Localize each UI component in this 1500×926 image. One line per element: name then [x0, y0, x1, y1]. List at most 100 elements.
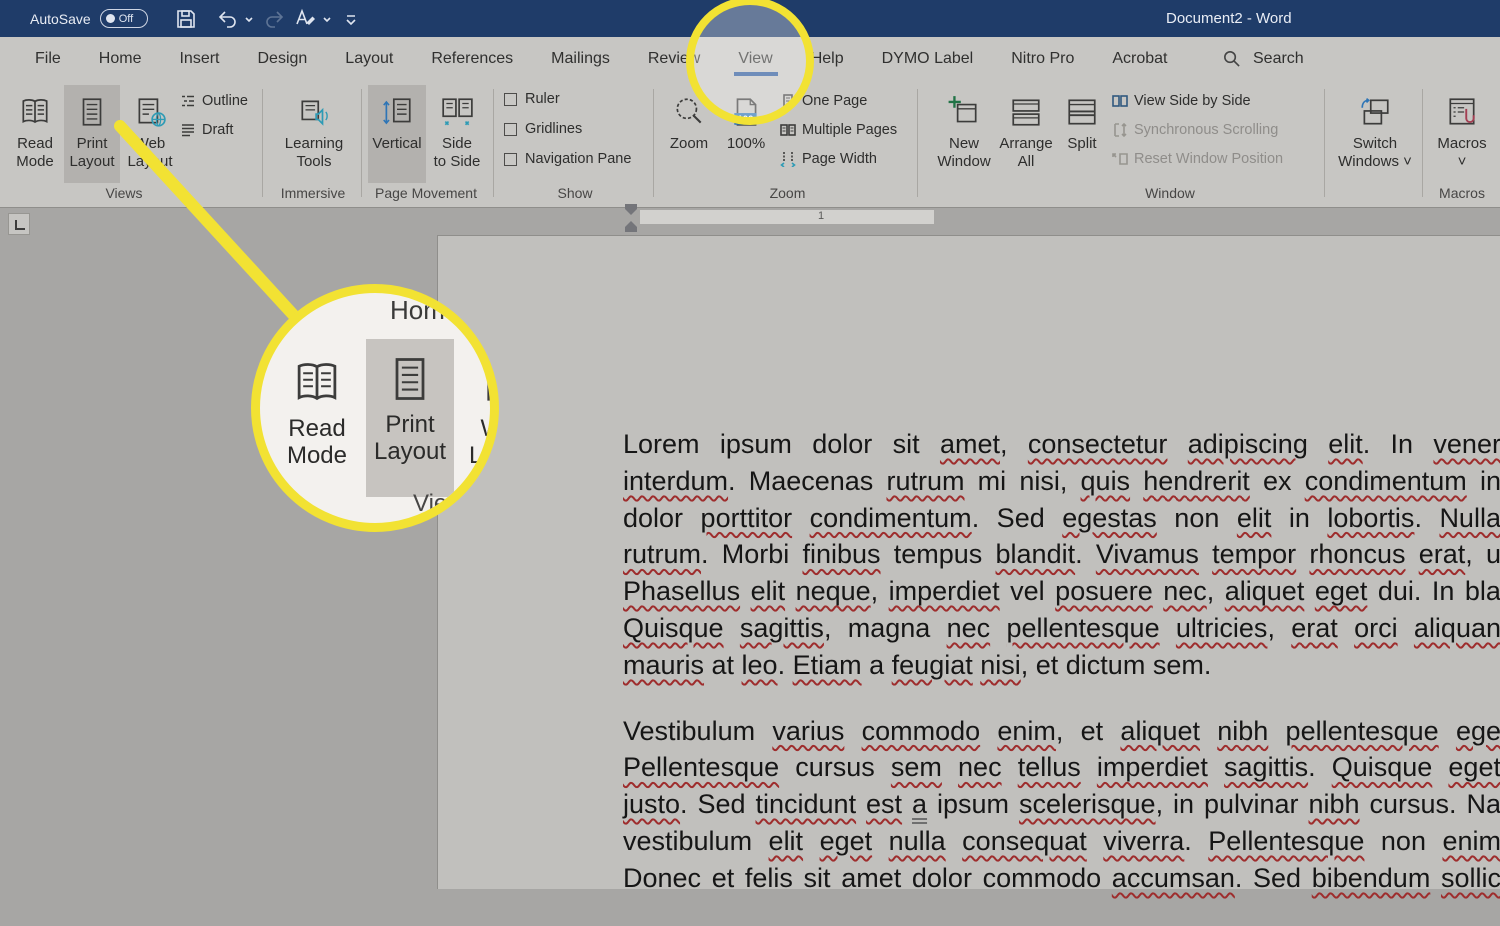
text-run: . Sed — [972, 503, 1063, 533]
vertical-label: Vertical — [372, 135, 421, 153]
text-run: . Morbi — [701, 539, 802, 569]
draft-button[interactable]: Draft — [180, 121, 233, 139]
tab-view[interactable]: View — [719, 37, 791, 80]
split-button[interactable]: Split — [1058, 85, 1106, 183]
view-side-by-side-button[interactable]: View Side by Side — [1112, 92, 1251, 110]
vertical-button[interactable]: Vertical — [368, 85, 426, 183]
misspelled-word: rutrum — [886, 466, 964, 496]
zoom-icon — [672, 88, 706, 135]
side-to-side-button[interactable]: Side to Side — [428, 85, 486, 183]
autosave-toggle-dot — [106, 14, 115, 23]
misspelled-word: nibh — [1217, 716, 1268, 746]
undo-icon[interactable] — [216, 7, 240, 31]
svg-text:100: 100 — [738, 114, 754, 125]
editor-pen-icon[interactable] — [294, 7, 318, 31]
text-run: in — [1271, 503, 1327, 533]
save-icon[interactable] — [174, 7, 198, 31]
text-line: justo. Sed tincidunt est a ipsum sceleri… — [623, 786, 1500, 823]
undo-dropdown-icon[interactable] — [244, 7, 256, 31]
text-line: vestibulum elit eget nulla consequat viv… — [623, 823, 1500, 860]
document-page[interactable]: Lorem ipsum dolor sit amet, consectetur … — [437, 235, 1500, 889]
search-label: Search — [1253, 50, 1304, 68]
text-run — [1081, 752, 1097, 782]
page-width-button[interactable]: Page Width — [780, 150, 877, 168]
text-line: Quisque sagittis, magna nec pellentesque… — [623, 610, 1500, 647]
misspelled-word: bibendum — [1312, 863, 1431, 893]
horizontal-ruler[interactable]: 1 — [640, 210, 934, 224]
tab-review[interactable]: Review — [629, 37, 719, 80]
multiple-pages-icon — [780, 122, 796, 138]
tab-stop-selector[interactable] — [8, 213, 30, 235]
text-run: a — [862, 650, 892, 680]
text-run — [1002, 752, 1018, 782]
macros-button[interactable]: Macros ˅ — [1432, 85, 1492, 183]
tab-file[interactable]: File — [16, 37, 80, 80]
side-to-side-label: Side to Side — [434, 135, 481, 170]
misspelled-word: imperdiet — [1097, 752, 1208, 782]
zoom-100-button[interactable]: 100 100% — [720, 85, 772, 183]
tab-nitro-pro[interactable]: Nitro Pro — [992, 37, 1093, 80]
ribbon-tabs-row: File HomeInsert Design LayoutReferencesMail… — [0, 37, 1500, 80]
misspelled-word: eget — [820, 826, 873, 856]
learning-tools-icon — [297, 88, 331, 135]
multiple-pages-button[interactable]: Multiple Pages — [780, 121, 897, 139]
magnified-print-layout-icon — [384, 347, 436, 411]
text-run: , magna — [824, 613, 947, 643]
tab-dymo-label[interactable]: DYMO Label — [863, 37, 993, 80]
misspelled-word: nibh — [1309, 789, 1360, 819]
zoom-button[interactable]: Zoom — [663, 85, 715, 183]
text-run — [1405, 539, 1418, 569]
tab-label: File — [35, 50, 61, 68]
text-line: mauris at leo. Etiam a feugiat nisi, et … — [623, 647, 1500, 684]
text-run: , u — [1465, 539, 1500, 569]
tab-references[interactable]: References — [412, 37, 532, 80]
switch-windows-button[interactable]: Switch Windows ˅ — [1336, 85, 1414, 183]
outline-button[interactable]: Outline — [180, 92, 248, 110]
indent-markers-icon[interactable] — [624, 203, 638, 238]
tab-design[interactable]: Design — [238, 37, 326, 80]
new-window-icon — [947, 88, 981, 135]
tab-label: Design — [257, 50, 307, 68]
gridlines-checkbox-box — [504, 123, 517, 136]
magnified-home-tab-label: Home — [390, 295, 459, 326]
tab-label: Review — [648, 50, 700, 68]
misspelled-word: consequat — [962, 826, 1087, 856]
view-side-by-side-label: View Side by Side — [1134, 93, 1251, 109]
arrange-all-button[interactable]: Arrange All — [996, 85, 1056, 183]
new-window-button[interactable]: New Window — [936, 85, 992, 183]
tab-home[interactable]: Home — [80, 37, 161, 80]
multiple-pages-label: Multiple Pages — [802, 122, 897, 138]
customize-toolbar-icon[interactable] — [344, 7, 360, 31]
misspelled-word: Quisque — [623, 613, 724, 643]
web-layout-button[interactable]: Web Layout — [122, 85, 178, 183]
text-run: , in pulvinar — [1156, 789, 1309, 819]
ruler-checkbox[interactable]: Ruler — [504, 91, 560, 107]
text-run — [1208, 752, 1224, 782]
autosave-toggle[interactable]: Off — [100, 9, 148, 28]
editor-dropdown-icon[interactable] — [322, 7, 334, 31]
one-page-button[interactable]: One Page — [780, 92, 867, 110]
text-run — [872, 826, 889, 856]
synchronous-scrolling-label: Synchronous Scrolling — [1134, 122, 1278, 138]
search-box[interactable]: Search — [1222, 37, 1304, 80]
web-layout-icon — [133, 88, 167, 135]
document-text[interactable]: Lorem ipsum dolor sit amet, consectetur … — [623, 426, 1500, 926]
misspelled-word: est — [866, 789, 902, 819]
text-run: . Maecenas — [728, 466, 886, 496]
navigation-pane-checkbox[interactable]: Navigation Pane — [504, 151, 631, 167]
misspelled-word: nec — [947, 613, 991, 643]
print-layout-button[interactable]: Print Layout — [64, 85, 120, 183]
gridlines-checkbox[interactable]: Gridlines — [504, 121, 582, 137]
tab-layout[interactable]: Layout — [326, 37, 412, 80]
tab-insert[interactable]: Insert — [160, 37, 238, 80]
tab-help[interactable]: Help — [792, 37, 863, 80]
tab-label: DYMO Label — [882, 50, 974, 68]
text-run — [1439, 716, 1456, 746]
text-run — [1167, 429, 1187, 459]
tab-mailings[interactable]: Mailings — [532, 37, 629, 80]
tab-acrobat[interactable]: Acrobat — [1093, 37, 1186, 80]
synchronous-scrolling-icon — [1112, 122, 1128, 138]
read-mode-button[interactable]: Read Mode — [8, 85, 62, 183]
learning-tools-button[interactable]: Learning Tools — [278, 85, 350, 183]
zoom-100-icon: 100 — [729, 88, 763, 135]
